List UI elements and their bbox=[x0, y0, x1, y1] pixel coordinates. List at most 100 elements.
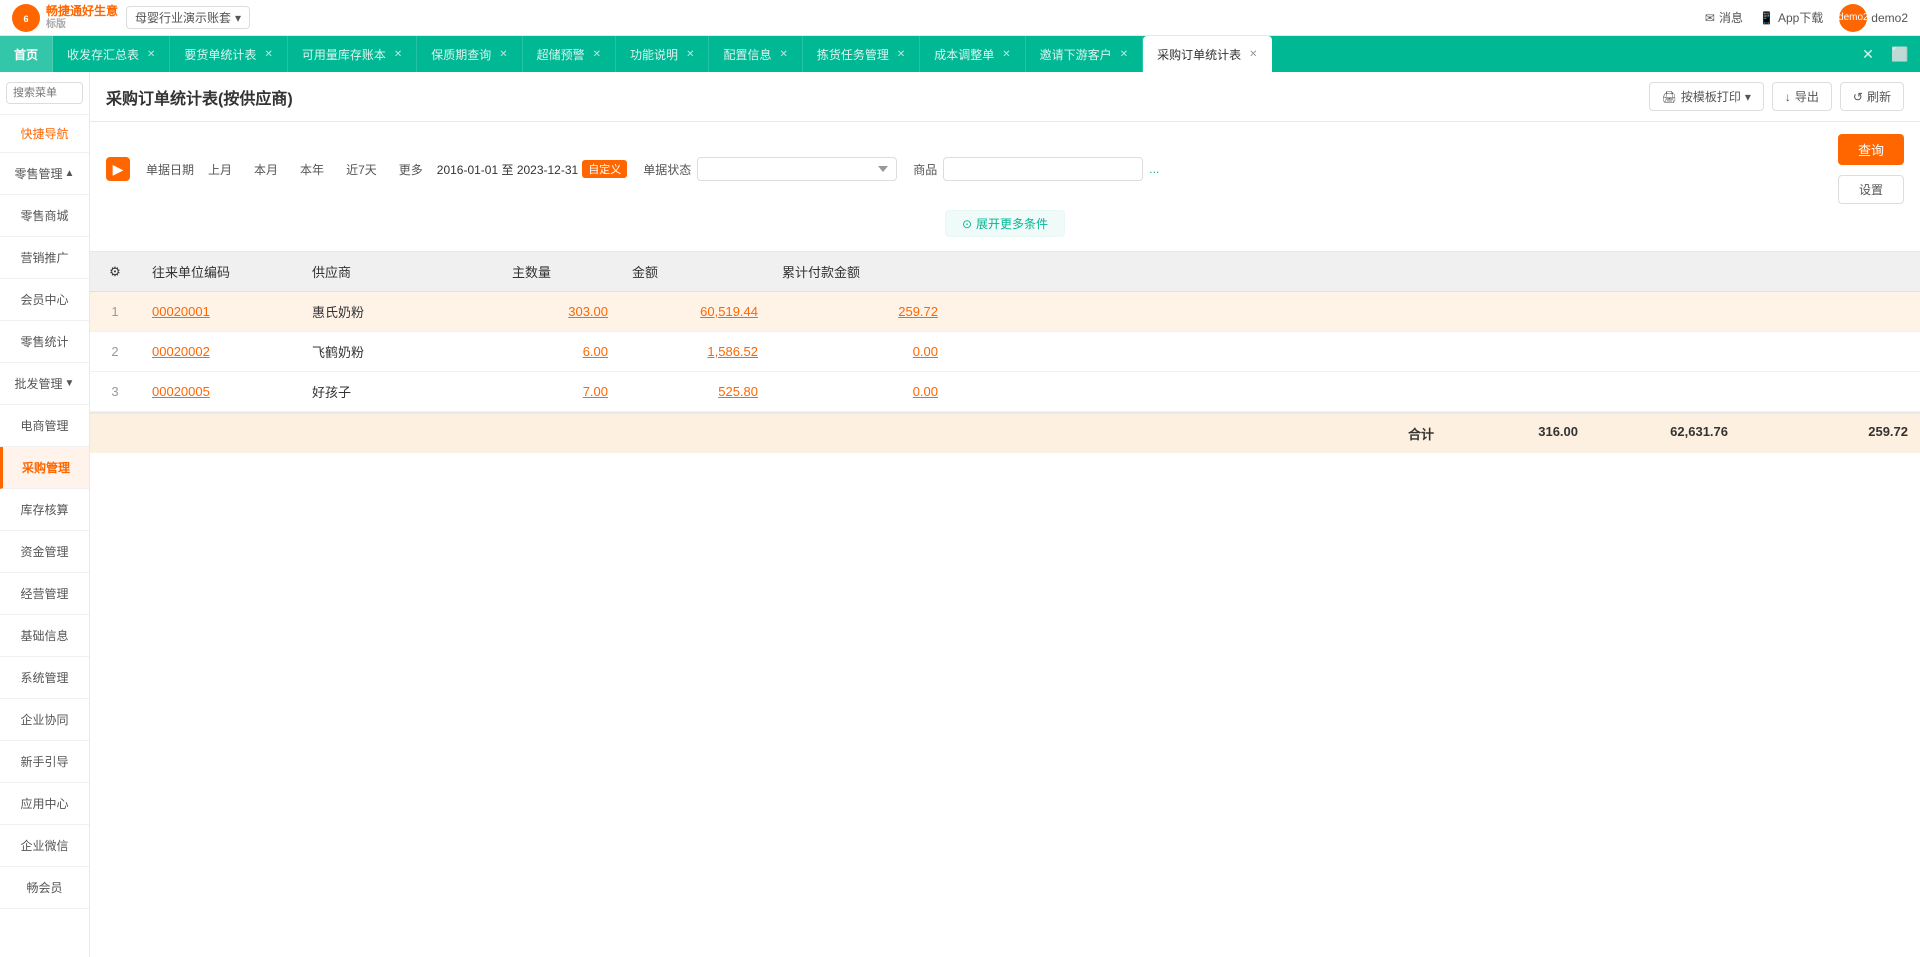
sidebar-marketing-label: 营销推广 bbox=[20, 251, 68, 265]
tab-costadj-label: 成本调整单 bbox=[934, 46, 994, 63]
close-config-icon[interactable]: ✕ bbox=[779, 49, 787, 60]
close-receivesummary-icon[interactable]: ✕ bbox=[147, 49, 155, 60]
sidebar-item-finance[interactable]: 资金管理 bbox=[0, 531, 89, 573]
amount-link[interactable]: 1,586.52 bbox=[707, 344, 758, 359]
quick-nav-label: 快捷导航 bbox=[20, 127, 68, 141]
header-actions: 🖨 按模板打印 ▾ ↓ 导出 ↺ 刷新 bbox=[1649, 82, 1904, 111]
main-layout: 快捷导航 零售管理 ▲ 零售商城 营销推广 会员中心 零售统计 批发管理 ▼ 电… bbox=[0, 72, 1920, 957]
tab-receivesummary-label: 收发存汇总表 bbox=[67, 46, 139, 63]
filter-status-select[interactable] bbox=[697, 157, 897, 181]
workspace-selector[interactable]: 母婴行业演示账套 ▾ bbox=[126, 6, 250, 29]
th-settings: ⚙ bbox=[90, 252, 140, 292]
export-button[interactable]: ↓ 导出 bbox=[1772, 82, 1832, 111]
sidebar-item-retail[interactable]: 零售管理 ▲ bbox=[0, 153, 89, 195]
sidebar-item-wecom[interactable]: 企业微信 bbox=[0, 825, 89, 867]
cell-amount: 1,586.52 bbox=[620, 332, 770, 372]
close-costadj-icon[interactable]: ✕ bbox=[1002, 49, 1010, 60]
sidebar-item-sysmanage[interactable]: 系统管理 bbox=[0, 657, 89, 699]
tab-picktask[interactable]: 拣货任务管理 ✕ bbox=[803, 36, 920, 72]
sidebar-item-retailstat[interactable]: 零售统计 bbox=[0, 321, 89, 363]
th-supplier: 供应商 bbox=[300, 252, 500, 292]
settings-button[interactable]: 设置 bbox=[1838, 175, 1904, 204]
tab-ordersummary[interactable]: 要货单统计表 ✕ bbox=[170, 36, 287, 72]
sidebar-item-marketing[interactable]: 营销推广 bbox=[0, 237, 89, 279]
shortcut-this-month[interactable]: 本月 bbox=[246, 159, 286, 180]
search-input[interactable] bbox=[6, 82, 83, 104]
qty-link[interactable]: 6.00 bbox=[583, 344, 608, 359]
filter-right-actions: 查询 设置 bbox=[1838, 134, 1904, 204]
code-link[interactable]: 00020005 bbox=[152, 384, 210, 399]
tab-overstock[interactable]: 超储预警 ✕ bbox=[523, 36, 616, 72]
tab-purchasestat[interactable]: 采购订单统计表 ✕ bbox=[1143, 36, 1272, 72]
date-range-value: 2016-01-01 至 2023-12-31 bbox=[437, 161, 578, 178]
close-stockbook-icon[interactable]: ✕ bbox=[394, 49, 402, 60]
footer-total-label: 合计 bbox=[1408, 424, 1458, 443]
amount-link[interactable]: 525.80 bbox=[718, 384, 758, 399]
sidebar-baseinfo-label: 基础信息 bbox=[20, 629, 68, 643]
sidebar-item-members[interactable]: 会员中心 bbox=[0, 279, 89, 321]
filter-goods-input[interactable] bbox=[943, 157, 1143, 181]
sidebar-item-changmember[interactable]: 畅会员 bbox=[0, 867, 89, 909]
sidebar-stockcalc-label: 库存核算 bbox=[20, 503, 68, 517]
user-menu[interactable]: demo2 demo2 bbox=[1839, 4, 1908, 32]
shortcut-more[interactable]: 更多 bbox=[391, 159, 431, 180]
filter-toggle-button[interactable]: ▶ bbox=[106, 157, 130, 181]
close-window-icon[interactable]: ✕ bbox=[1856, 42, 1880, 66]
messages-button[interactable]: ✉ 消息 bbox=[1705, 9, 1743, 26]
tab-home[interactable]: 首页 bbox=[0, 36, 53, 72]
qty-link[interactable]: 7.00 bbox=[583, 384, 608, 399]
workspace-label: 母婴行业演示账套 bbox=[135, 9, 231, 26]
refresh-button[interactable]: ↺ 刷新 bbox=[1840, 82, 1904, 111]
cell-qty: 303.00 bbox=[500, 292, 620, 332]
th-code: 往来单位编码 bbox=[140, 252, 300, 292]
close-picktask-icon[interactable]: ✕ bbox=[897, 49, 905, 60]
cell-code: 00020001 bbox=[140, 292, 300, 332]
sidebar-quick-nav[interactable]: 快捷导航 bbox=[0, 115, 89, 153]
close-purchasestat-icon[interactable]: ✕ bbox=[1249, 49, 1257, 60]
sidebar-item-wholesale[interactable]: 批发管理 ▼ bbox=[0, 363, 89, 405]
tab-receivesummary[interactable]: 收发存汇总表 ✕ bbox=[53, 36, 170, 72]
th-amount: 金额 bbox=[620, 252, 770, 292]
tab-funchelp[interactable]: 功能说明 ✕ bbox=[616, 36, 709, 72]
paid-link[interactable]: 0.00 bbox=[913, 344, 938, 359]
cell-qty: 7.00 bbox=[500, 372, 620, 412]
qty-link[interactable]: 303.00 bbox=[568, 304, 608, 319]
chevron-down-icon: ▼ bbox=[65, 378, 75, 389]
close-funchelp-icon[interactable]: ✕ bbox=[686, 49, 694, 60]
shortcut-this-year[interactable]: 本年 bbox=[292, 159, 332, 180]
maximize-icon[interactable]: ⬜ bbox=[1888, 42, 1912, 66]
close-overstock-icon[interactable]: ✕ bbox=[593, 49, 601, 60]
expand-button[interactable]: ⊙ 展开更多条件 bbox=[945, 210, 1065, 237]
tab-invite[interactable]: 邀请下游客户 ✕ bbox=[1026, 36, 1143, 72]
close-ordersummary-icon[interactable]: ✕ bbox=[264, 49, 272, 60]
sidebar-item-newguide[interactable]: 新手引导 bbox=[0, 741, 89, 783]
close-invite-icon[interactable]: ✕ bbox=[1120, 49, 1128, 60]
shortcut-last-month[interactable]: 上月 bbox=[200, 159, 240, 180]
amount-link[interactable]: 60,519.44 bbox=[700, 304, 758, 319]
code-link[interactable]: 00020001 bbox=[152, 304, 210, 319]
code-link[interactable]: 00020002 bbox=[152, 344, 210, 359]
sidebar-retailstat-label: 零售统计 bbox=[20, 335, 68, 349]
tab-stockbook[interactable]: 可用量库存账本 ✕ bbox=[288, 36, 417, 72]
query-button[interactable]: 查询 bbox=[1838, 134, 1904, 165]
app-download-button[interactable]: 📱 App下载 bbox=[1759, 9, 1823, 26]
sidebar-item-baseinfo[interactable]: 基础信息 bbox=[0, 615, 89, 657]
tab-costadj[interactable]: 成本调整单 ✕ bbox=[920, 36, 1025, 72]
shortcut-7days[interactable]: 近7天 bbox=[338, 159, 385, 180]
more-filter-button[interactable]: ... bbox=[1149, 162, 1159, 176]
paid-link[interactable]: 0.00 bbox=[913, 384, 938, 399]
sidebar-item-collab[interactable]: 企业协同 bbox=[0, 699, 89, 741]
settings-icon[interactable]: ⚙ bbox=[109, 264, 121, 279]
sidebar-item-operations[interactable]: 经营管理 bbox=[0, 573, 89, 615]
close-expiry-icon[interactable]: ✕ bbox=[499, 49, 507, 60]
sidebar-item-stockcalc[interactable]: 库存核算 bbox=[0, 489, 89, 531]
tab-expiry[interactable]: 保质期查询 ✕ bbox=[417, 36, 522, 72]
sidebar-item-ecommerce[interactable]: 电商管理 bbox=[0, 405, 89, 447]
sidebar-item-purchase[interactable]: 采购管理 bbox=[0, 447, 89, 489]
paid-link[interactable]: 259.72 bbox=[898, 304, 938, 319]
sidebar-item-retailmall[interactable]: 零售商城 bbox=[0, 195, 89, 237]
sidebar-item-appcenter[interactable]: 应用中心 bbox=[0, 783, 89, 825]
cell-supplier: 飞鹤奶粉 bbox=[300, 332, 500, 372]
tab-config[interactable]: 配置信息 ✕ bbox=[709, 36, 802, 72]
print-button[interactable]: 🖨 按模板打印 ▾ bbox=[1649, 82, 1764, 111]
